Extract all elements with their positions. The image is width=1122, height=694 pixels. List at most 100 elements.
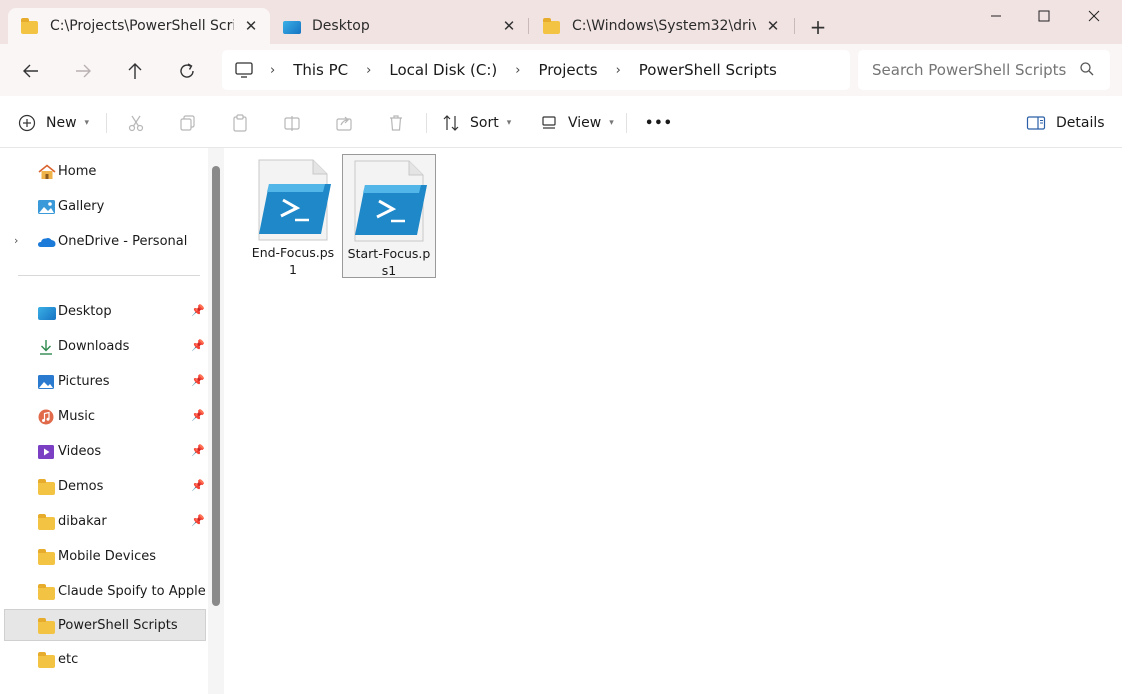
toolbar-separator [426, 113, 427, 133]
folder-icon [20, 18, 40, 34]
desktop-icon [37, 304, 57, 320]
sort-button[interactable]: Sort ▾ [442, 108, 511, 138]
sidebar-item-label: Pictures [58, 374, 110, 389]
delete-button[interactable] [382, 108, 410, 138]
details-label: Details [1056, 115, 1105, 131]
onedrive-icon [37, 234, 57, 250]
search-input[interactable] [858, 50, 1110, 90]
home-icon [37, 164, 57, 180]
folder-icon [542, 18, 562, 34]
close-icon [1088, 10, 1100, 22]
command-bar: New ▾ Sort ▾ View ▾ ••• Details [0, 96, 1122, 148]
details-button[interactable]: Details [1026, 108, 1105, 138]
download-icon [37, 339, 57, 355]
arrow-left-icon [23, 64, 38, 78]
pin-icon[interactable]: 📌 [191, 374, 205, 387]
tab-system32-drivers[interactable]: C:\Windows\System32\driver ✕ [530, 8, 792, 44]
folder-icon [37, 514, 57, 530]
copy-button[interactable] [174, 108, 202, 138]
sidebar-item-downloads[interactable]: Downloads 📌 [0, 331, 208, 363]
new-button[interactable]: New ▾ [18, 108, 89, 138]
gallery-icon [37, 199, 57, 215]
sidebar-item-powershell-scripts[interactable]: PowerShell Scripts [4, 609, 206, 641]
chevron-right-icon[interactable]: › [366, 63, 371, 78]
maximize-icon [1038, 10, 1050, 22]
forward-button[interactable] [68, 56, 98, 86]
new-tab-button[interactable]: + [805, 14, 831, 40]
sidebar-item-label: dibakar [58, 514, 107, 529]
plus-circle-icon [18, 114, 36, 132]
sidebar-item-videos[interactable]: Videos 📌 [0, 436, 208, 468]
trash-icon [382, 109, 410, 137]
sidebar-item-etc[interactable]: etc [0, 644, 208, 676]
sidebar-item-home[interactable]: Home [0, 156, 208, 188]
search-icon[interactable] [1080, 62, 1094, 80]
sidebar-scrollbar-thumb[interactable] [212, 166, 220, 606]
sidebar-item-desktop[interactable]: Desktop 📌 [0, 296, 208, 328]
tab-powershell-scripts[interactable]: C:\Projects\PowerShell Scrip ✕ [8, 8, 270, 44]
close-tab-icon[interactable]: ✕ [498, 15, 520, 37]
pin-icon[interactable]: 📌 [191, 304, 205, 317]
cut-button[interactable] [122, 108, 150, 138]
close-tab-icon[interactable]: ✕ [762, 15, 784, 37]
pin-icon[interactable]: 📌 [191, 339, 205, 352]
this-pc-icon [235, 62, 253, 78]
tab-separator [794, 18, 795, 34]
arrow-up-icon [128, 63, 142, 79]
refresh-icon [180, 63, 194, 78]
title-bar: C:\Projects\PowerShell Scrip ✕ Desktop ✕… [0, 0, 1122, 44]
sidebar-item-label: OneDrive - Personal [58, 234, 188, 249]
folder-icon [37, 549, 57, 565]
pictures-icon [37, 374, 57, 390]
sidebar-item-mobile-devices[interactable]: Mobile Devices [0, 541, 208, 573]
desktop-icon [282, 18, 302, 34]
breadcrumb-projects[interactable]: Projects [538, 61, 597, 79]
sidebar-item-demos[interactable]: Demos 📌 [0, 471, 208, 503]
pin-icon[interactable]: 📌 [191, 514, 205, 527]
chevron-right-icon[interactable]: › [14, 234, 18, 247]
videos-icon [37, 444, 57, 460]
sidebar-item-label: Videos [58, 444, 102, 459]
tab-desktop[interactable]: Desktop ✕ [270, 8, 528, 44]
details-pane-icon [1026, 116, 1046, 130]
chevron-right-icon[interactable]: › [515, 63, 520, 78]
folder-icon [37, 584, 57, 600]
back-button[interactable] [16, 56, 46, 86]
file-item[interactable]: Start-Focus.ps1 [342, 154, 436, 278]
more-options-button[interactable]: ••• [645, 108, 673, 138]
breadcrumb-local-disk[interactable]: Local Disk (C:) [389, 61, 497, 79]
breadcrumb-powershell-scripts[interactable]: PowerShell Scripts [639, 61, 777, 79]
address-bar[interactable]: › This PC › Local Disk (C:) › Projects ›… [222, 50, 850, 90]
sidebar-item-dibakar[interactable]: dibakar 📌 [0, 506, 208, 538]
file-item[interactable]: End-Focus.ps1 [246, 154, 340, 278]
sidebar-item-onedrive[interactable]: › OneDrive - Personal [0, 226, 208, 258]
view-label: View [568, 115, 602, 131]
breadcrumb-this-pc[interactable]: This PC [293, 61, 348, 79]
view-button[interactable]: View ▾ [540, 108, 614, 138]
minimize-button[interactable] [973, 0, 1019, 32]
sidebar-item-label: Downloads [58, 339, 130, 354]
rename-button[interactable] [278, 108, 306, 138]
share-button[interactable] [330, 108, 358, 138]
copy-icon [174, 109, 202, 137]
pin-icon[interactable]: 📌 [191, 479, 205, 492]
close-window-button[interactable] [1071, 0, 1117, 32]
sidebar-item-claude-spotify[interactable]: Claude Spoify to Apple M [0, 576, 208, 608]
maximize-button[interactable] [1021, 0, 1067, 32]
view-icon [542, 116, 556, 129]
sidebar-item-gallery[interactable]: Gallery [0, 191, 208, 223]
pin-icon[interactable]: 📌 [191, 444, 205, 457]
up-button[interactable] [120, 56, 150, 86]
file-name: Start-Focus.ps1 [347, 246, 431, 278]
chevron-down-icon: ▾ [506, 118, 512, 128]
refresh-button[interactable] [172, 56, 202, 86]
close-tab-icon[interactable]: ✕ [240, 15, 262, 37]
new-label: New [46, 115, 77, 131]
sidebar-item-pictures[interactable]: Pictures 📌 [0, 366, 208, 398]
pin-icon[interactable]: 📌 [191, 409, 205, 422]
rename-icon [278, 109, 306, 137]
sidebar-item-label: Gallery [58, 199, 105, 214]
paste-button[interactable] [226, 108, 254, 138]
chevron-right-icon[interactable]: › [616, 63, 621, 78]
sidebar-item-music[interactable]: Music 📌 [0, 401, 208, 433]
